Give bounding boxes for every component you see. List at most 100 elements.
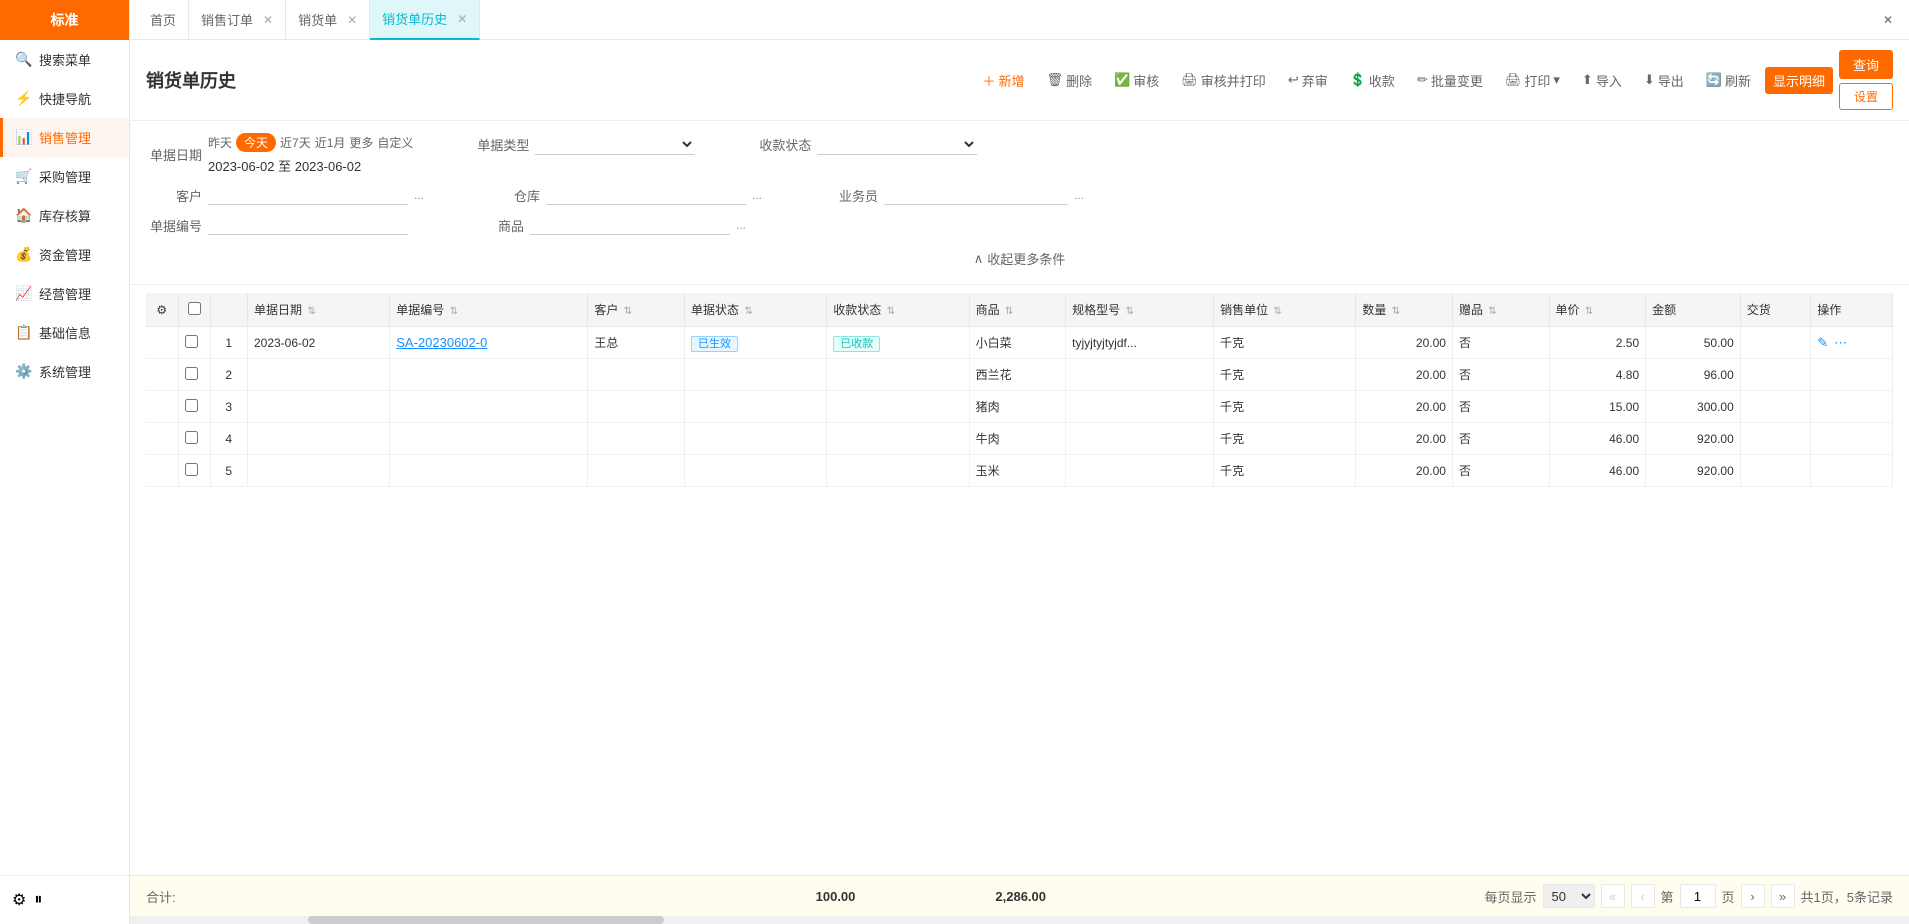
tab-sales-goods-close[interactable]: ✕ [347,13,357,27]
tab-sales-goods[interactable]: 销货单 ✕ [286,0,370,40]
td-gear [146,455,178,487]
th-gift[interactable]: 赠品 ⇅ [1452,293,1549,327]
tab-sales-order[interactable]: 销售订单 ✕ [189,0,286,40]
td-check[interactable] [178,455,210,487]
th-customer[interactable]: 客户 ⇅ [588,293,685,327]
td-amount: 300.00 [1646,391,1741,423]
td-check[interactable] [178,391,210,423]
horizontal-scrollbar[interactable] [130,916,1909,924]
customer-ellipsis-btn[interactable]: ... [414,188,424,202]
td-check[interactable] [178,423,210,455]
print-button[interactable]: 🖨 打印 ▾ [1497,67,1568,94]
collect-button[interactable]: 💲 收款 [1342,67,1403,94]
td-qty: 20.00 [1356,391,1453,423]
td-doc-date: 2023-06-02 [247,327,389,359]
page-first-btn[interactable]: « [1601,884,1625,908]
doc-no-link[interactable]: SA-20230602-0 [396,335,487,350]
filter-collect-status-select[interactable] [817,133,977,155]
shortcut-1month[interactable]: 近1月 [315,134,346,151]
page-last-btn[interactable]: » [1771,884,1795,908]
review-button[interactable]: ✅ 审核 [1106,67,1167,94]
sidebar-item-purchase-mgmt[interactable]: 🛒 采购管理 [0,157,129,196]
tab-sales-order-close[interactable]: ✕ [263,13,273,27]
scrollbar-thumb[interactable] [308,916,664,924]
shortcut-today[interactable]: 今天 [236,133,276,152]
th-unit-price[interactable]: 单价 ⇅ [1549,293,1646,327]
sidebar-item-operations-mgmt[interactable]: 📈 经营管理 [0,274,129,313]
page-prev-btn[interactable]: ‹ [1631,884,1655,908]
filter-area: 单据日期 昨天 今天 近7天 近1月 更多 自定义 2023-06-02 至 2… [130,121,1909,285]
page-current-input[interactable] [1680,884,1716,908]
review-print-button[interactable]: 🖨 审核并打印 [1173,67,1274,94]
close-all-tabs[interactable]: ✕ [1875,9,1901,31]
row-checkbox[interactable] [185,431,198,444]
filter-doc-type-select[interactable] [535,133,695,155]
th-doc-date[interactable]: 单据日期 ⇅ [247,293,389,327]
shortcut-custom[interactable]: 自定义 [377,134,413,151]
shortcut-7days[interactable]: 近7天 [280,134,311,151]
th-goods[interactable]: 商品 ⇅ [969,293,1066,327]
add-button[interactable]: ＋ 新增 [975,67,1033,94]
filter-row-3: 单据编号 商品 ... [146,215,1893,235]
th-doc-no[interactable]: 单据编号 ⇅ [390,293,588,327]
query-button[interactable]: 查询 [1839,50,1893,79]
edit-icon[interactable]: ✎ [1817,335,1828,351]
settings-icon[interactable]: ⚙ [12,890,26,910]
th-spec[interactable]: 规格型号 ⇅ [1066,293,1214,327]
shortcut-more[interactable]: 更多 [349,134,373,151]
sidebar-item-quick-nav[interactable]: ⚡ 快捷导航 [0,79,129,118]
total-qty-value: 100.00 [816,889,856,904]
td-check[interactable] [178,327,210,359]
td-doc-date [247,391,389,423]
setting-button[interactable]: 设置 [1839,83,1893,110]
sidebar-bottom: ⚙ ⏸ [0,875,129,924]
filter-date-label: 单据日期 [146,145,202,164]
row-checkbox[interactable] [185,463,198,476]
th-check[interactable] [178,293,210,327]
tab-sales-history-close[interactable]: ✕ [457,12,467,26]
filter-goods-input[interactable] [530,215,730,235]
goods-ellipsis-btn[interactable]: ... [736,218,746,232]
filter-customer-input[interactable] [208,185,408,205]
display-detail-button[interactable]: 显示明细 [1765,67,1833,94]
filter-warehouse-input[interactable] [546,185,746,205]
page-size-select[interactable]: 50 100 [1543,884,1595,908]
th-qty[interactable]: 数量 ⇅ [1356,293,1453,327]
row-checkbox[interactable] [185,399,198,412]
refresh-button[interactable]: 🔄 刷新 [1698,67,1759,94]
export-button[interactable]: ⬇ 导出 [1636,67,1692,94]
collapse-more-btn[interactable]: ∧ 收起更多条件 [146,245,1893,272]
th-unit[interactable]: 销售单位 ⇅ [1214,293,1356,327]
sidebar-item-basic-info[interactable]: 📋 基础信息 [0,313,129,352]
th-gear[interactable]: ⚙ [146,293,178,327]
filter-doc-no-input[interactable] [208,215,408,235]
td-action [1811,391,1893,423]
td-check[interactable] [178,359,210,391]
shortcut-yesterday[interactable]: 昨天 [208,134,232,151]
staff-ellipsis-btn[interactable]: ... [1074,188,1084,202]
search-icon: 🔍 [15,51,31,68]
th-collect-status[interactable]: 收款状态 ⇅ [827,293,969,327]
td-doc-no: SA-20230602-0 [390,327,588,359]
sidebar-item-sales-mgmt[interactable]: 📊 销售管理 [0,118,129,157]
row-checkbox[interactable] [185,367,198,380]
th-doc-status[interactable]: 单据状态 ⇅ [685,293,827,327]
batch-change-button[interactable]: ✏ 批量变更 [1409,67,1491,94]
page-next-btn[interactable]: › [1741,884,1765,908]
pause-icon[interactable]: ⏸ [34,891,42,909]
select-all-checkbox[interactable] [188,302,201,315]
filter-customer-label: 客户 [146,186,202,205]
more-icon[interactable]: ⋯ [1834,335,1847,351]
sidebar-item-search-menu[interactable]: 🔍 搜索菜单 [0,40,129,79]
tab-home[interactable]: 首页 [138,0,189,40]
sidebar-item-finance-mgmt[interactable]: 💰 资金管理 [0,235,129,274]
import-button[interactable]: ⬆ 导入 [1574,67,1630,94]
tab-sales-history[interactable]: 销货单历史 ✕ [370,0,480,40]
filter-staff-input[interactable] [884,185,1068,205]
warehouse-ellipsis-btn[interactable]: ... [752,188,762,202]
sidebar-item-inventory[interactable]: 🏠 库存核算 [0,196,129,235]
abandon-button[interactable]: ↩ 弃审 [1280,67,1336,94]
sidebar-item-system-mgmt[interactable]: ⚙️ 系统管理 [0,352,129,391]
row-checkbox[interactable] [185,335,198,348]
delete-button[interactable]: 🗑 删除 [1039,67,1101,94]
